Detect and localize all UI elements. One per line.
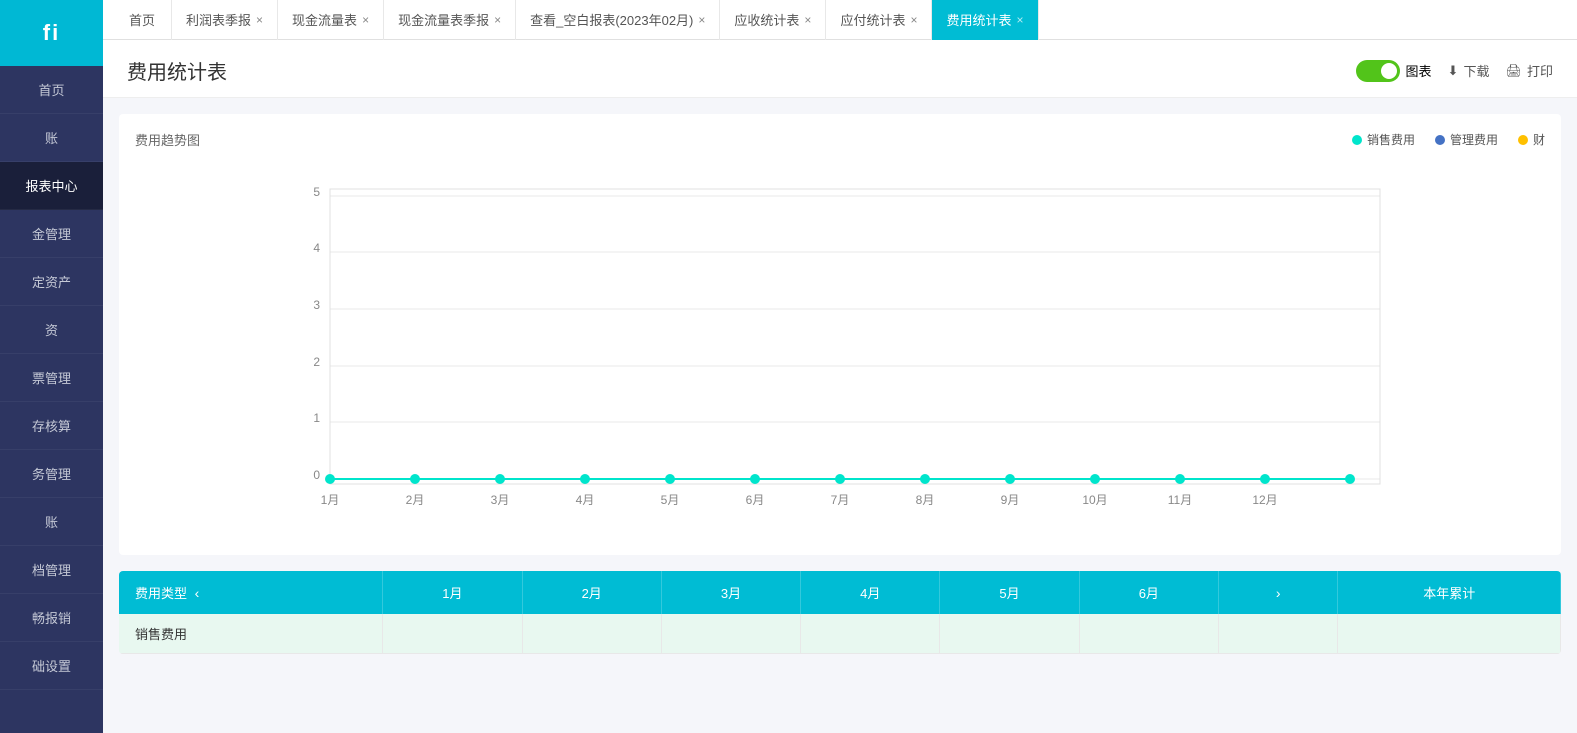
legend-label-admin: 管理费用: [1450, 131, 1498, 148]
cell-m6-sales: [1079, 614, 1218, 654]
chart-toggle-group: 图表: [1356, 60, 1432, 82]
table-header-row: 费用类型 ‹ 1月 2月 3月 4月 5月 6月 › 本年累计: [119, 571, 1561, 614]
sidebar-item-report-center[interactable]: 报表中心: [0, 162, 103, 210]
sidebar-item-expense-write-off[interactable]: 畅报销: [0, 594, 103, 642]
col-m6: 6月: [1079, 571, 1218, 614]
svg-text:10月: 10月: [1082, 493, 1107, 507]
svg-text:2月: 2月: [406, 493, 425, 507]
legend-dot-sales: [1352, 135, 1362, 145]
chart-toggle-label: 图表: [1406, 61, 1432, 80]
svg-text:5月: 5月: [661, 493, 680, 507]
svg-text:3月: 3月: [491, 493, 510, 507]
svg-text:1: 1: [313, 411, 320, 425]
sidebar-item-investment[interactable]: 资: [0, 306, 103, 354]
page-title: 费用统计表: [127, 56, 227, 85]
legend-sales: 销售费用: [1352, 131, 1415, 148]
sidebar-item-account[interactable]: 账: [0, 114, 103, 162]
tab-close-expense-stat[interactable]: ×: [1016, 13, 1023, 27]
chart-title: 费用趋势图: [135, 130, 200, 149]
legend-label-finance: 财: [1533, 131, 1545, 148]
tab-expense-stat[interactable]: 费用统计表 ×: [932, 0, 1038, 40]
tab-close-receivable[interactable]: ×: [804, 13, 811, 27]
print-button[interactable]: 🖨 打印: [1505, 61, 1553, 80]
svg-text:12月: 12月: [1252, 493, 1277, 507]
table-section: 费用类型 ‹ 1月 2月 3月 4月 5月 6月 › 本年累计: [119, 571, 1561, 654]
tab-close-payable-stat[interactable]: ×: [910, 13, 917, 27]
svg-text:11月: 11月: [1168, 493, 1192, 507]
tab-payable-stat[interactable]: 应付统计表 ×: [826, 0, 932, 40]
page-header: 费用统计表 图表 ⬇ 下载 🖨 打印: [103, 40, 1577, 98]
col-m5: 5月: [940, 571, 1079, 614]
next-month-button[interactable]: ›: [1272, 585, 1285, 601]
chart-container: 0 1 2 3 4 5: [135, 159, 1545, 539]
col-m3: 3月: [661, 571, 800, 614]
cell-m4-sales: [801, 614, 940, 654]
legend-label-sales: 销售费用: [1367, 131, 1415, 148]
svg-text:6月: 6月: [746, 493, 765, 507]
print-icon: 🖨: [1505, 63, 1522, 79]
sidebar: fi 首页 账 报表中心 金管理 定资产 资 票管理 存核算 务管理 账 档管理…: [0, 0, 103, 733]
chart-header: 费用趋势图 销售费用 管理费用 财: [135, 130, 1545, 149]
svg-text:0: 0: [313, 468, 320, 482]
sidebar-item-fixed-assets[interactable]: 定资产: [0, 258, 103, 306]
prev-month-button[interactable]: ‹: [191, 585, 204, 601]
tab-cashflow-quarterly[interactable]: 现金流量表季报 ×: [384, 0, 516, 40]
svg-text:7月: 7月: [831, 493, 850, 507]
chart-toggle[interactable]: [1356, 60, 1400, 82]
chart-legend: 销售费用 管理费用 财: [1352, 131, 1545, 148]
tab-close-cashflow-quarterly[interactable]: ×: [494, 13, 501, 27]
col-ytd: 本年累计: [1338, 571, 1561, 614]
tab-blank-report[interactable]: 查看_空白报表(2023年02月) ×: [516, 0, 720, 40]
cell-m1-sales: [383, 614, 522, 654]
svg-text:3: 3: [313, 298, 320, 312]
tab-close-blank-report[interactable]: ×: [698, 13, 705, 27]
svg-text:4: 4: [313, 241, 320, 255]
cell-m3-sales: [661, 614, 800, 654]
col-next: ›: [1218, 571, 1338, 614]
tab-receivable[interactable]: 应收统计表 ×: [720, 0, 826, 40]
tab-close-profit-quarterly[interactable]: ×: [256, 13, 263, 27]
sidebar-item-file[interactable]: 档管理: [0, 546, 103, 594]
sidebar-item-fund[interactable]: 金管理: [0, 210, 103, 258]
svg-text:2: 2: [313, 355, 320, 369]
tab-profit-quarterly[interactable]: 利润表季报 ×: [172, 0, 278, 40]
sidebar-item-basic-settings[interactable]: 础设置: [0, 642, 103, 690]
page-content: 费用统计表 图表 ⬇ 下载 🖨 打印 费用趋势图: [103, 40, 1577, 733]
tab-bar: 首页 利润表季报 × 现金流量表 × 现金流量表季报 × 查看_空白报表(202…: [103, 0, 1577, 40]
tab-cashflow[interactable]: 现金流量表 ×: [278, 0, 384, 40]
legend-admin: 管理费用: [1435, 131, 1498, 148]
sidebar-item-business[interactable]: 务管理: [0, 450, 103, 498]
tab-home[interactable]: 首页: [113, 0, 172, 40]
table-row-sales: 销售费用: [119, 614, 1561, 654]
svg-text:8月: 8月: [916, 493, 935, 507]
cell-type-sales: 销售费用: [119, 614, 383, 654]
svg-text:1月: 1月: [321, 493, 340, 507]
cell-m2-sales: [522, 614, 661, 654]
cell-next-sales: [1218, 614, 1338, 654]
col-m2: 2月: [522, 571, 661, 614]
legend-dot-finance: [1518, 135, 1528, 145]
svg-text:4月: 4月: [576, 493, 595, 507]
col-m4: 4月: [801, 571, 940, 614]
sidebar-item-ticket[interactable]: 票管理: [0, 354, 103, 402]
download-button[interactable]: ⬇ 下载: [1448, 61, 1490, 80]
cell-m5-sales: [940, 614, 1079, 654]
main-content: 首页 利润表季报 × 现金流量表 × 现金流量表季报 × 查看_空白报表(202…: [103, 0, 1577, 733]
sidebar-item-inventory[interactable]: 存核算: [0, 402, 103, 450]
legend-finance: 财: [1518, 131, 1545, 148]
svg-text:9月: 9月: [1001, 493, 1020, 507]
svg-text:5: 5: [313, 185, 320, 199]
col-m1: 1月: [383, 571, 522, 614]
page-actions: 图表 ⬇ 下载 🖨 打印: [1356, 60, 1553, 82]
legend-dot-admin: [1435, 135, 1445, 145]
cell-ytd-sales: [1338, 614, 1561, 654]
sidebar-item-payable[interactable]: 账: [0, 498, 103, 546]
data-table: 费用类型 ‹ 1月 2月 3月 4月 5月 6月 › 本年累计: [119, 571, 1561, 654]
chart-section: 费用趋势图 销售费用 管理费用 财: [119, 114, 1561, 555]
sidebar-item-home[interactable]: 首页: [0, 66, 103, 114]
col-type: 费用类型 ‹: [119, 571, 383, 614]
sidebar-logo: fi: [0, 0, 103, 66]
tab-close-cashflow[interactable]: ×: [362, 13, 369, 27]
download-icon: ⬇: [1448, 63, 1459, 79]
